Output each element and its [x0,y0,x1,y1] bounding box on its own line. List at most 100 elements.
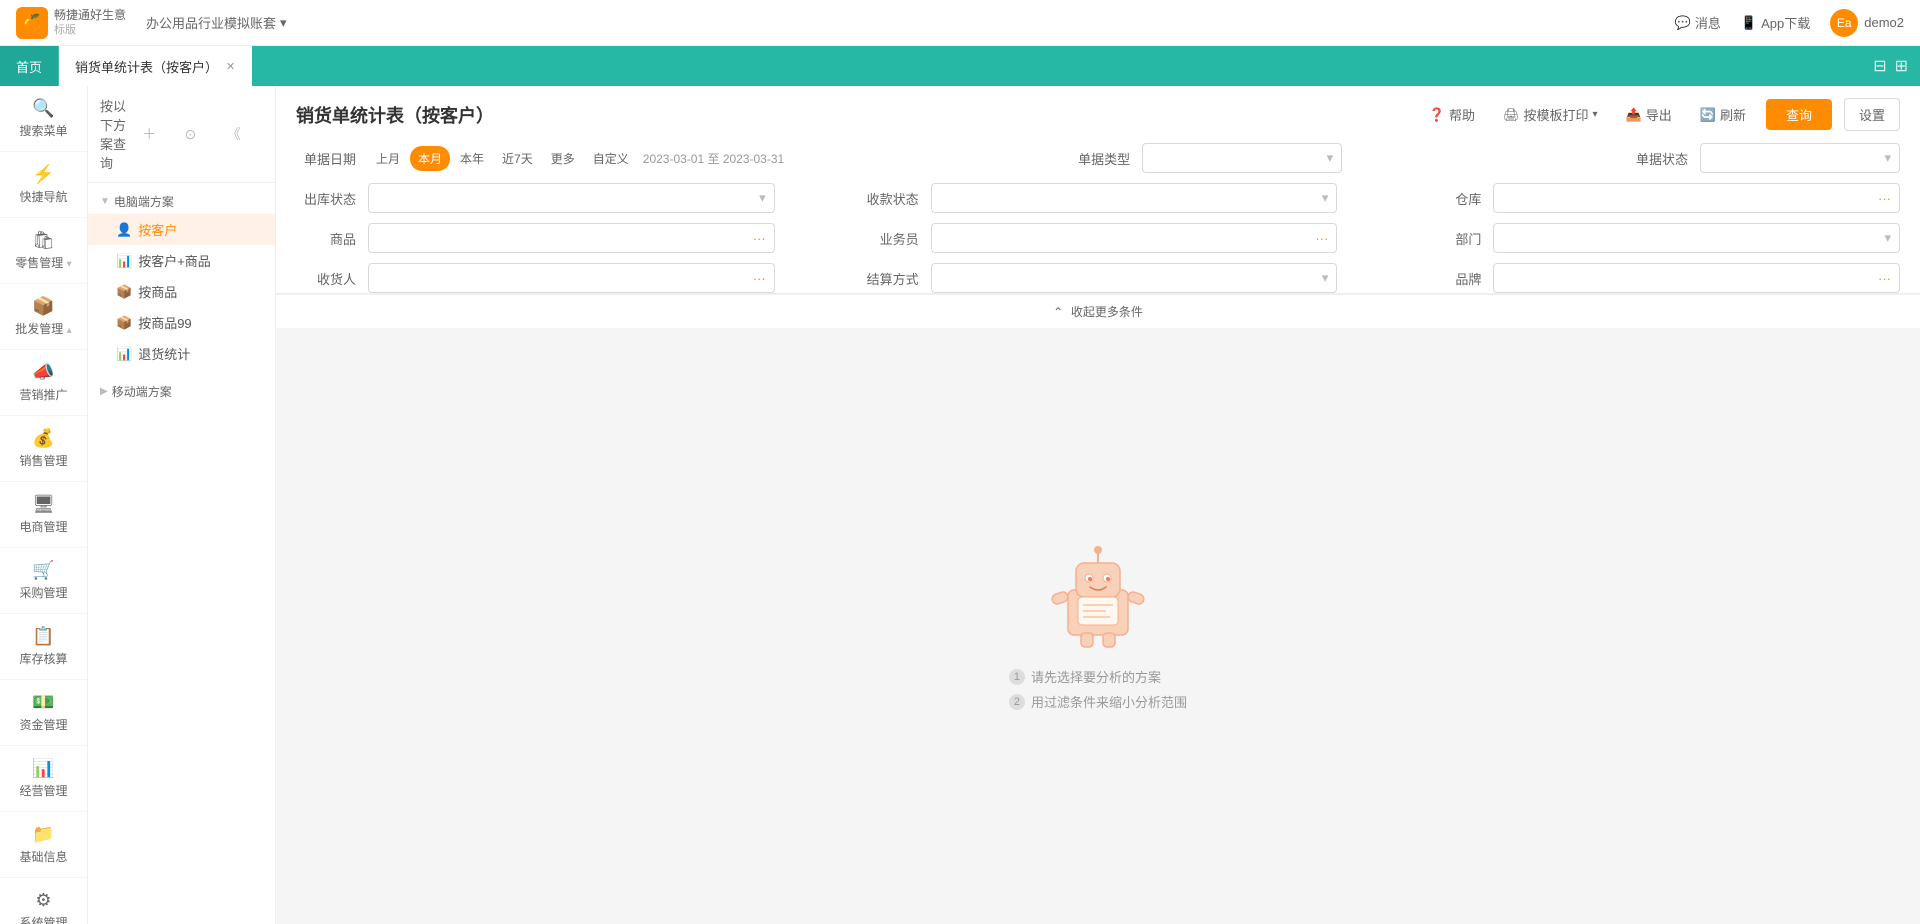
query-button[interactable]: 查询 [1766,99,1832,130]
tab-bar-actions: ⊟ ⊞ [1873,56,1920,76]
scheme-item-by-product-99[interactable]: 📦 按商品99 [88,307,275,338]
tab-sales-stat[interactable]: 销货单统计表（按客户） ✕ [59,46,252,86]
sidebar-quick-nav[interactable]: ⚡ 快捷导航 [0,152,87,218]
empty-tip-2: 2 用过滤条件来缩小分析范围 [1009,692,1187,711]
tab-home[interactable]: 首页 [0,46,59,86]
date-quick-buttons: 上月 本月 本年 近7天 更多 自定义 2023-03-01 至 2023-03… [368,146,784,171]
date-btn-last-7-days[interactable]: 近7天 [494,146,541,171]
collapse-bar[interactable]: ⌃ 收起更多条件 [276,294,1920,328]
print-icon: 🖨 [1503,107,1520,123]
export-button[interactable]: 📤 导出 [1618,101,1680,128]
warehouse-dots: ··· [1878,191,1891,206]
out-status-select[interactable]: ▾ [368,183,775,213]
scheme-panel-header: 按以下方案查询 ＋ ⊙ 《 [88,86,275,183]
salesperson-dots: ··· [1315,231,1328,246]
product-dots: ··· [753,231,766,246]
filter-row-4: 收货人 ··· 结算方式 ▾ 品牌 ··· [296,263,1900,293]
scheme-group-mobile-title[interactable]: ▶ 移动端方案 [88,377,275,404]
sidebar: 🔍 搜索菜单 ⚡ 快捷导航 🛍 零售管理 ▾ 📦 批发管理 ▴ 📣 营销推广 💰… [0,86,88,924]
sidebar-operations[interactable]: 📊 经营管理 [0,746,87,812]
doc-status-label: 单据状态 [1628,149,1688,168]
date-btn-this-month[interactable]: 本月 [410,146,450,171]
sidebar-retail[interactable]: 🛍 零售管理 ▾ [0,218,87,284]
inventory-icon: 📋 [4,626,83,647]
scheme-item-by-customer[interactable]: 👤 按客户 [88,214,275,245]
tab-bar: 首页 销货单统计表（按客户） ✕ ⊟ ⊞ [0,46,1920,86]
print-button[interactable]: 🖨 按模板打印 ▾ [1495,101,1606,128]
product-label: 商品 [296,229,356,248]
department-select[interactable]: ▾ [1493,223,1900,253]
settlement-select[interactable]: ▾ [931,263,1338,293]
logo-area: 🍊 畅捷通好生意 标版 [16,7,126,39]
scheme-add-icon[interactable]: ＋ [142,124,178,144]
doc-status-select[interactable]: ▾ [1700,143,1900,173]
date-label: 单据日期 [296,149,356,168]
tab-fullscreen-icon[interactable]: ⊞ [1895,56,1908,76]
settlement-arrow-icon: ▾ [1322,270,1329,286]
date-btn-custom[interactable]: 自定义 [585,146,637,171]
empty-tips: 1 请先选择要分析的方案 2 用过滤条件来缩小分析范围 [1009,667,1187,717]
header-left: 🍊 畅捷通好生意 标版 办公用品行业模拟账套 ▾ [16,7,287,39]
pay-status-select[interactable]: ▾ [931,183,1338,213]
message-icon: 💬 [1675,15,1691,31]
scheme-collapse-icon[interactable]: 《 [227,124,263,144]
warehouse-label: 仓库 [1421,189,1481,208]
breadcrumb: 办公用品行业模拟账套 ▾ [146,13,287,32]
export-icon: 📤 [1626,107,1642,123]
scheme-group-desktop-title[interactable]: ▼ 电脑端方案 [88,187,275,214]
settings-button[interactable]: 设置 [1844,98,1900,131]
base-icon: 📁 [4,824,83,845]
sidebar-marketing[interactable]: 📣 营销推广 [0,350,87,416]
help-button[interactable]: ❓ 帮助 [1421,101,1483,128]
user-menu[interactable]: Ea demo2 [1830,9,1904,37]
brand-label: 品牌 [1421,269,1481,288]
purchase-icon: 🛒 [4,560,83,581]
sidebar-ecom[interactable]: 🖥 电商管理 [0,482,87,548]
main-content: 🔍 搜索菜单 ⚡ 快捷导航 🛍 零售管理 ▾ 📦 批发管理 ▴ 📣 营销推广 💰… [0,86,1920,924]
sidebar-inventory[interactable]: 📋 库存核算 [0,614,87,680]
warehouse-select[interactable]: ··· [1493,183,1900,213]
scheme-settings-icon[interactable]: ⊙ [185,126,221,143]
doc-type-select[interactable]: ▾ [1142,143,1342,173]
page-actions: ❓ 帮助 🖨 按模板打印 ▾ 📤 导出 🔄 刷新 [1421,98,1900,131]
empty-tip-1: 1 请先选择要分析的方案 [1009,667,1187,686]
date-range-display: 2023-03-01 至 2023-03-31 [643,150,784,167]
sidebar-wholesale[interactable]: 📦 批发管理 ▴ [0,284,87,350]
date-btn-last-month[interactable]: 上月 [368,146,408,171]
brand-select[interactable]: ··· [1493,263,1900,293]
scheme-group-desktop: ▼ 电脑端方案 👤 按客户 📊 按客户+商品 📦 按商品 📦 按商品99 📊 [88,183,275,373]
product99-icon: 📦 [116,315,132,331]
sidebar-sales[interactable]: 💰 销售管理 [0,416,87,482]
sidebar-purchase[interactable]: 🛒 采购管理 [0,548,87,614]
page-title-row: 销货单统计表（按客户） ❓ 帮助 🖨 按模板打印 ▾ 📤 导出 [296,98,1900,131]
message-button[interactable]: 💬 消息 [1675,13,1721,32]
wholesale-icon: 📦 [4,296,83,317]
print-chevron-icon: ▾ [1593,109,1598,120]
salesperson-label: 业务员 [859,229,919,248]
sidebar-base[interactable]: 📁 基础信息 [0,812,87,878]
scheme-item-by-product[interactable]: 📦 按商品 [88,276,275,307]
help-icon: ❓ [1429,107,1445,123]
logo-icon: 🍊 [16,7,48,39]
scheme-item-by-customer-product[interactable]: 📊 按客户+商品 [88,245,275,276]
scheme-item-return-stat[interactable]: 📊 退货统计 [88,338,275,369]
department-arrow-icon: ▾ [1884,230,1891,246]
refresh-button[interactable]: 🔄 刷新 [1692,101,1754,128]
filter-row-3: 商品 ··· 业务员 ··· 部门 ▾ [296,223,1900,253]
app-download-button[interactable]: 📱 App下载 [1741,13,1810,32]
date-btn-this-year[interactable]: 本年 [452,146,492,171]
date-btn-more[interactable]: 更多 [543,146,583,171]
product-select[interactable]: ··· [368,223,775,253]
avatar: Ea [1830,9,1858,37]
sidebar-finance[interactable]: 💵 资金管理 [0,680,87,746]
doc-type-arrow-icon: ▾ [1327,150,1334,166]
receiver-dots: ··· [753,271,766,286]
salesperson-select[interactable]: ··· [931,223,1338,253]
product-icon: 📦 [116,284,132,300]
tab-minimize-icon[interactable]: ⊟ [1873,56,1886,76]
tab-close-icon[interactable]: ✕ [226,60,235,73]
receiver-select[interactable]: ··· [368,263,775,293]
sidebar-system[interactable]: ⚙ 系统管理 [0,878,87,924]
sidebar-search[interactable]: 🔍 搜索菜单 [0,86,87,152]
finance-icon: 💵 [4,692,83,713]
